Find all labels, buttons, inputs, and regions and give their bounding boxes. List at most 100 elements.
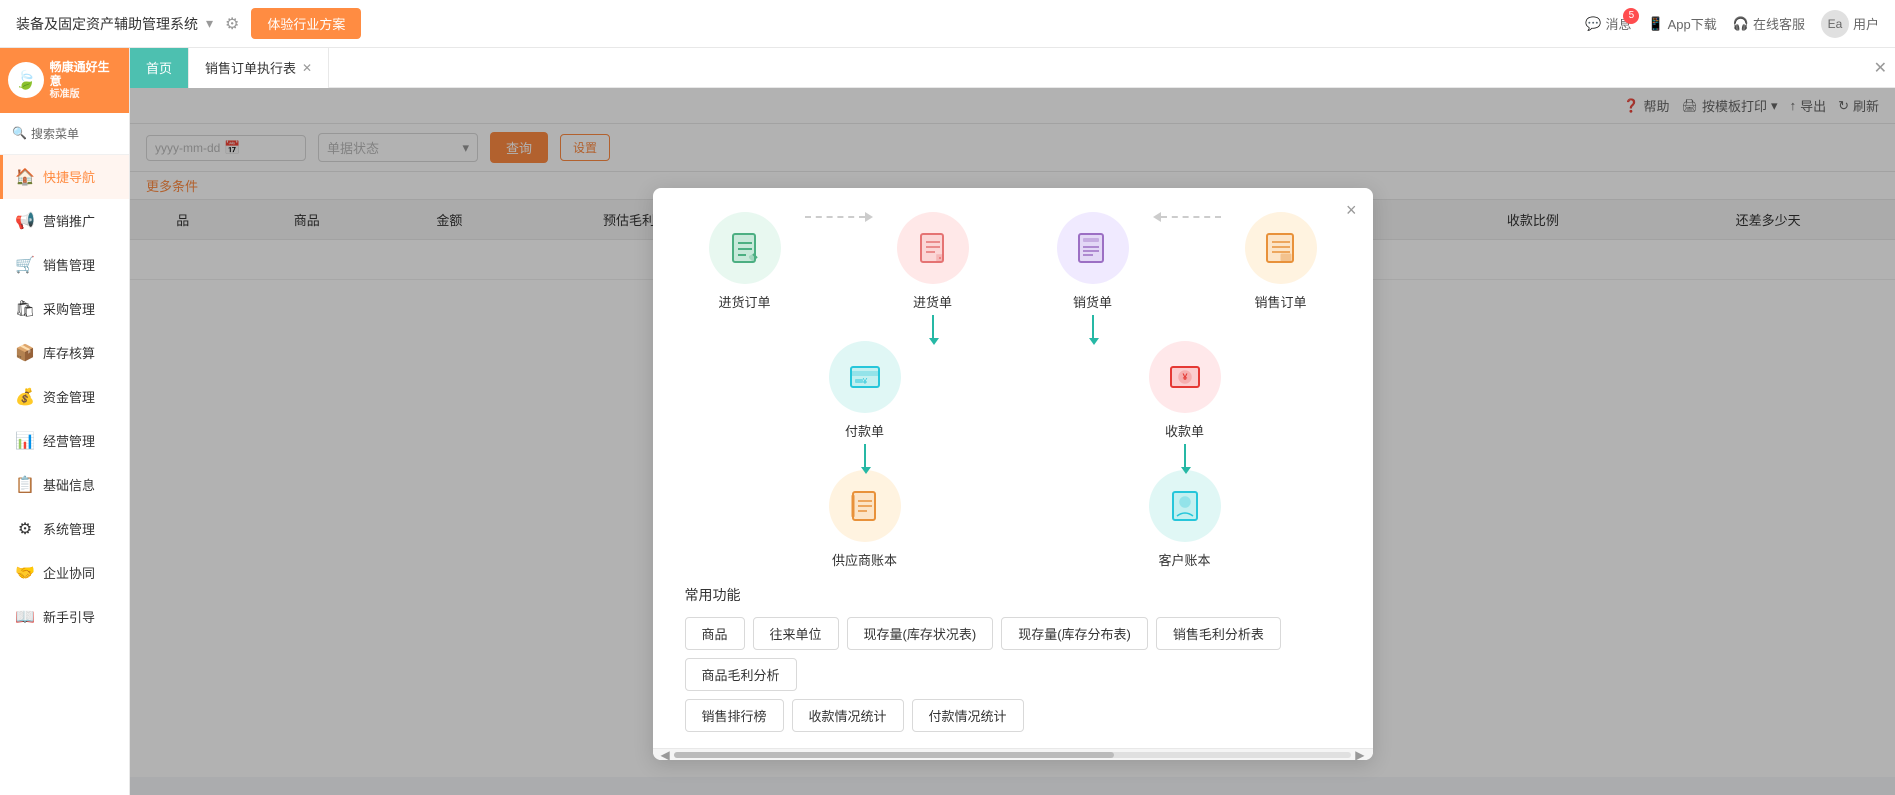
sidebar-item-cooperation[interactable]: 🤝 企业协同 xyxy=(0,551,129,595)
message-icon: 💬 xyxy=(1585,16,1601,32)
tab-sales-order[interactable]: 销售订单执行表 ✕ xyxy=(189,48,329,88)
search-btn[interactable]: 🔍 搜索菜单 xyxy=(8,121,121,146)
down-arrow-customer xyxy=(1125,440,1245,470)
func-btn-sales-rank[interactable]: 销售排行榜 xyxy=(685,699,784,732)
svg-text:¥: ¥ xyxy=(1182,372,1187,382)
sidebar-item-label: 基础信息 xyxy=(43,475,95,494)
online-service-btn[interactable]: 🎧 在线客服 xyxy=(1733,14,1805,33)
basic-icon: 📋 xyxy=(15,475,35,495)
h-arrow-1 xyxy=(805,212,873,250)
purchase-receipt-circle[interactable] xyxy=(897,212,969,284)
overlay: × xyxy=(130,88,1895,795)
avatar: Ea xyxy=(1821,10,1849,38)
top-bar-left: 装备及固定资产辅助管理系统 ▾ ⚙ 体验行业方案 xyxy=(16,8,361,39)
purchase-order-node: 进货订单 xyxy=(685,212,805,311)
func-buttons-2: 销售排行榜 收款情况统计 付款情况统计 xyxy=(685,699,1341,732)
message-btn[interactable]: 💬 消息 5 xyxy=(1585,14,1631,33)
settings-icon[interactable]: ⚙ xyxy=(225,14,239,34)
receipt-circle[interactable]: ¥ xyxy=(1149,341,1221,413)
purchase-receipt-label: 进货单 xyxy=(913,292,952,311)
main-area: 🍃 畅康通好生意 标准版 🔍 搜索菜单 🏠 快捷导航 xyxy=(0,48,1895,795)
operation-icon: 📊 xyxy=(15,431,35,451)
sales-invoice-col: 销货单 xyxy=(1033,212,1153,341)
payment-col: ¥ 付款单 xyxy=(805,341,925,470)
system-title: 装备及固定资产辅助管理系统 ▾ xyxy=(16,14,213,34)
sidebar-item-sales[interactable]: 🛒 销售管理 xyxy=(0,243,129,287)
sidebar-item-operation[interactable]: 📊 经营管理 xyxy=(0,419,129,463)
app-download-btn[interactable]: 📱 App下载 xyxy=(1647,14,1716,33)
flow-bottom-row: ¥ 付款单 xyxy=(805,341,1341,470)
sidebar: 🍃 畅康通好生意 标准版 🔍 搜索菜单 🏠 快捷导航 xyxy=(0,48,130,795)
guide-content: 进货订单 xyxy=(653,188,1373,748)
sidebar-search[interactable]: 🔍 搜索菜单 xyxy=(0,113,129,155)
sidebar-item-label: 营销推广 xyxy=(43,211,95,230)
customer-account-col: 客户账本 xyxy=(1125,470,1245,569)
sales-order-circle[interactable] xyxy=(1245,212,1317,284)
guide-icon: 📖 xyxy=(15,607,35,627)
sales-order-flow-node: 销售订单 xyxy=(1221,212,1341,311)
service-icon: 🎧 xyxy=(1733,16,1749,32)
logo-icon: 🍃 xyxy=(8,62,44,98)
sidebar-item-label: 库存核算 xyxy=(43,343,95,362)
func-btn-payment-stats[interactable]: 付款情况统计 xyxy=(912,699,1024,732)
supplier-account-col: 供应商账本 xyxy=(805,470,925,569)
sidebar-item-system[interactable]: ⚙ 系统管理 xyxy=(0,507,129,551)
scrollbar-thumb[interactable] xyxy=(674,752,1114,758)
scroll-right[interactable]: ▶ xyxy=(1351,748,1368,761)
sidebar-item-finance[interactable]: 💰 资金管理 xyxy=(0,375,129,419)
scroll-left[interactable]: ◀ xyxy=(657,748,674,761)
tab-sales-order-label: 销售订单执行表 xyxy=(205,58,296,77)
logo-text: 畅康通好生意 标准版 xyxy=(50,60,121,101)
receipt-col: ¥ 收款单 xyxy=(1125,341,1245,470)
user-btn[interactable]: Ea 用户 xyxy=(1821,10,1879,38)
tab-home[interactable]: 首页 xyxy=(130,48,189,88)
logo-sub: 标准版 xyxy=(50,89,121,101)
flow-top-row: 进货订单 xyxy=(685,212,1341,341)
func-btn-product-profit[interactable]: 商品毛利分析 xyxy=(685,658,797,691)
experience-btn[interactable]: 体验行业方案 xyxy=(251,8,361,39)
service-label: 在线客服 xyxy=(1753,14,1805,33)
func-buttons: 商品 往来单位 现存量(库存状况表) 现存量(库存分布表) 销售毛利分析表 商品… xyxy=(685,617,1341,691)
guide-modal: × xyxy=(653,188,1373,760)
h-arrow-2 xyxy=(1153,212,1221,250)
payment-label: 付款单 xyxy=(845,421,884,440)
customer-account-circle[interactable] xyxy=(1149,470,1221,542)
sales-invoice-circle[interactable] xyxy=(1057,212,1129,284)
func-btn-product[interactable]: 商品 xyxy=(685,617,745,650)
sales-order-col: 销售订单 xyxy=(1221,212,1341,311)
supplier-account-label: 供应商账本 xyxy=(832,550,897,569)
modal-close-btn[interactable]: × xyxy=(1346,200,1357,221)
logo-main: 畅康通好生意 xyxy=(50,60,121,89)
tab-close-icon[interactable]: ✕ xyxy=(302,61,312,75)
sidebar-item-guide[interactable]: 📖 新手引导 xyxy=(0,595,129,639)
system-title-text: 装备及固定资产辅助管理系统 xyxy=(16,14,198,34)
sidebar-item-marketing[interactable]: 📢 营销推广 xyxy=(0,199,129,243)
supplier-account-node: 供应商账本 xyxy=(805,470,925,569)
func-btn-receipt-stats[interactable]: 收款情况统计 xyxy=(792,699,904,732)
func-btn-stock-status[interactable]: 现存量(库存状况表) xyxy=(847,617,994,650)
sidebar-item-basic[interactable]: 📋 基础信息 xyxy=(0,463,129,507)
down-arrow-receipt xyxy=(1033,311,1153,341)
download-icon: 📱 xyxy=(1647,16,1663,32)
func-btn-partner[interactable]: 往来单位 xyxy=(753,617,839,650)
app-container: 装备及固定资产辅助管理系统 ▾ ⚙ 体验行业方案 💬 消息 5 📱 App下载 … xyxy=(0,0,1895,795)
sales-invoice-label: 销货单 xyxy=(1073,292,1112,311)
user-label: 用户 xyxy=(1853,14,1879,33)
sidebar-item-quick-nav[interactable]: 🏠 快捷导航 xyxy=(0,155,129,199)
receipt-label: 收款单 xyxy=(1165,421,1204,440)
func-btn-sales-profit[interactable]: 销售毛利分析表 xyxy=(1156,617,1281,650)
sidebar-item-inventory[interactable]: 📦 库存核算 xyxy=(0,331,129,375)
func-btn-stock-dist[interactable]: 现存量(库存分布表) xyxy=(1001,617,1148,650)
search-icon: 🔍 xyxy=(12,126,27,140)
purchase-order-circle[interactable] xyxy=(709,212,781,284)
sidebar-item-purchase[interactable]: 🛍 采购管理 xyxy=(0,287,129,331)
page-content: ❓ 帮助 🖨 按模板打印 ▾ ↑ 导出 ↻ 刷新 xyxy=(130,88,1895,795)
supplier-account-circle[interactable] xyxy=(829,470,901,542)
scrollbar-track[interactable] xyxy=(674,752,1352,758)
payment-circle[interactable]: ¥ xyxy=(829,341,901,413)
sales-invoice-node: 销货单 xyxy=(1033,212,1153,311)
sidebar-item-label: 快捷导航 xyxy=(43,167,95,186)
window-close-btn[interactable]: ✕ xyxy=(1866,58,1895,78)
flow-diagram: 进货订单 xyxy=(685,212,1341,569)
tab-home-label: 首页 xyxy=(146,58,172,77)
